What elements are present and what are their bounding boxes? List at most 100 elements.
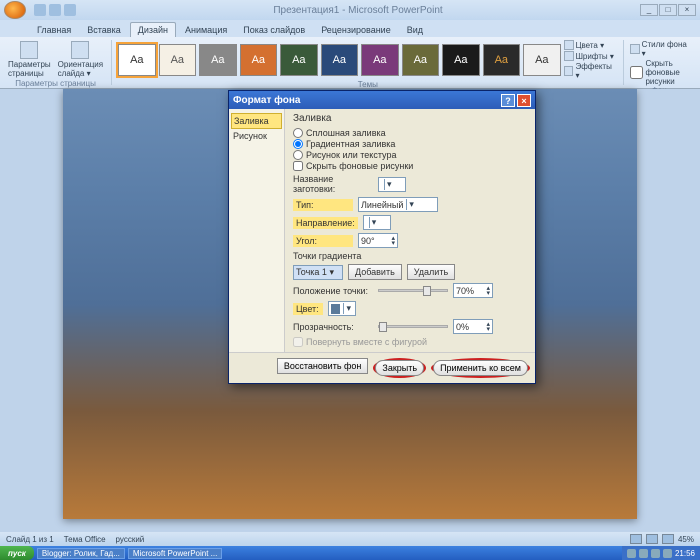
taskbar-item[interactable]: Microsoft PowerPoint ... [128, 548, 222, 559]
effects-icon [564, 66, 574, 76]
dialog-title: Формат фона [233, 95, 499, 106]
view-sorter-button[interactable] [646, 534, 658, 544]
colors-icon [564, 40, 574, 50]
tab-animation[interactable]: Анимация [178, 23, 234, 37]
format-background-dialog: Формат фона ? × Заливка Рисунок Заливка … [228, 90, 536, 384]
transparency-label: Прозрачность: [293, 322, 373, 332]
preset-combo[interactable]: ▾ [378, 177, 406, 192]
theme-thumb[interactable]: Aa [280, 44, 318, 76]
theme-thumb[interactable]: Aa [199, 44, 237, 76]
dialog-help-button[interactable]: ? [501, 94, 515, 107]
close-button[interactable]: × [678, 4, 696, 16]
close-dialog-button[interactable]: Закрыть [375, 360, 424, 376]
theme-thumb[interactable]: Aa [321, 44, 359, 76]
position-spinner[interactable]: 70%▴▾ [453, 283, 493, 298]
fill-heading: Заливка [293, 113, 527, 124]
ribbon-tabs: Главная Вставка Дизайн Анимация Показ сл… [0, 20, 700, 37]
chevron-down-icon: ▾ [369, 217, 379, 228]
checkbox-hide-bg[interactable] [293, 161, 303, 171]
office-button[interactable] [4, 1, 26, 19]
transparency-slider[interactable] [378, 325, 448, 328]
theme-thumb[interactable]: Aa [159, 44, 197, 76]
stop-combo[interactable]: Точка 1 ▾ [293, 265, 343, 280]
dialog-sidebar: Заливка Рисунок [229, 109, 285, 352]
start-button[interactable]: пуск [0, 546, 34, 560]
chevron-down-icon: ▾ [343, 303, 353, 314]
tray-icon[interactable] [651, 549, 660, 558]
theme-thumb[interactable]: Aa [402, 44, 440, 76]
position-slider[interactable] [378, 289, 448, 292]
theme-thumb[interactable]: Aa [118, 44, 156, 76]
taskbar-item[interactable]: Blogger: Ролик, Гад... [37, 548, 125, 559]
color-swatch-icon [331, 304, 340, 314]
radio-solid[interactable] [293, 128, 303, 138]
color-label: Цвет: [293, 303, 323, 315]
delete-stop-button[interactable]: Удалить [407, 264, 455, 280]
fonts-button[interactable]: Шрифты ▾ [564, 51, 618, 61]
view-normal-button[interactable] [630, 534, 642, 544]
tab-slideshow[interactable]: Показ слайдов [236, 23, 312, 37]
minimize-button[interactable]: _ [640, 4, 658, 16]
ribbon-group-background: Стили фона ▾ Скрыть фоновые рисунки Фон [630, 40, 694, 85]
tab-design[interactable]: Дизайн [130, 22, 176, 37]
tray-icon[interactable] [627, 549, 636, 558]
apply-all-button[interactable]: Применить ко всем [433, 360, 528, 376]
sidebar-item-picture[interactable]: Рисунок [231, 129, 282, 143]
ribbon: Параметры страницы Ориентация слайда ▾ П… [0, 37, 700, 89]
effects-button[interactable]: Эффекты ▾ [564, 62, 618, 80]
tab-home[interactable]: Главная [30, 23, 78, 37]
sidebar-item-fill[interactable]: Заливка [231, 113, 282, 129]
dialog-titlebar[interactable]: Формат фона ? × [229, 91, 535, 109]
taskbar: пуск Blogger: Ролик, Гад... Microsoft Po… [0, 546, 700, 560]
tab-insert[interactable]: Вставка [80, 23, 127, 37]
quick-access-toolbar [34, 4, 76, 16]
color-picker[interactable]: ▾ [328, 301, 356, 316]
undo-icon[interactable] [49, 4, 61, 16]
transparency-spinner[interactable]: 0%▴▾ [453, 319, 493, 334]
ribbon-group-themes: Aa Aa Aa Aa Aa Aa Aa Aa Aa Aa Aa Цвета ▾… [118, 40, 624, 85]
redo-icon[interactable] [64, 4, 76, 16]
direction-combo[interactable]: ▾ [363, 215, 391, 230]
view-slideshow-button[interactable] [662, 534, 674, 544]
dialog-close-button[interactable]: × [517, 94, 531, 107]
theme-thumb[interactable]: Aa [361, 44, 399, 76]
angle-label: Угол: [293, 235, 353, 247]
tray-icon[interactable] [639, 549, 648, 558]
add-stop-button[interactable]: Добавить [348, 264, 402, 280]
type-label: Тип: [293, 199, 353, 211]
hide-bg-checkbox[interactable]: Скрыть фоновые рисунки [630, 59, 688, 86]
theme-thumb[interactable]: Aa [523, 44, 561, 76]
chevron-down-icon: ▾ [406, 199, 416, 210]
clock[interactable]: 21:56 [675, 549, 695, 558]
reset-bg-button[interactable]: Восстановить фон [277, 358, 369, 374]
bg-styles-button[interactable]: Стили фона ▾ [630, 40, 688, 58]
language[interactable]: русский [116, 535, 145, 544]
angle-spinner[interactable]: 90°▴▾ [358, 233, 398, 248]
status-bar: Слайд 1 из 1 Тема Office русский 45% [0, 532, 700, 546]
tray-icon[interactable] [663, 549, 672, 558]
system-tray: 21:56 [622, 546, 700, 560]
radio-picture[interactable] [293, 150, 303, 160]
slide-count: Слайд 1 из 1 [6, 535, 54, 544]
theme-thumb[interactable]: Aa [483, 44, 521, 76]
tab-review[interactable]: Рецензирование [314, 23, 398, 37]
window-title: Презентация1 - Microsoft PowerPoint [76, 5, 640, 16]
bg-styles-icon [630, 44, 639, 54]
group-label-page: Параметры страницы [6, 79, 105, 88]
theme-thumb[interactable]: Aa [442, 44, 480, 76]
maximize-button[interactable]: □ [659, 4, 677, 16]
colors-button[interactable]: Цвета ▾ [564, 40, 618, 50]
theme-thumb[interactable]: Aa [240, 44, 278, 76]
stops-label: Точки градиента [293, 251, 527, 261]
checkbox-rotate [293, 337, 303, 347]
save-icon[interactable] [34, 4, 46, 16]
theme-name: Тема Office [64, 535, 106, 544]
type-combo[interactable]: Линейный▾ [358, 197, 438, 212]
page-setup-icon [20, 41, 38, 59]
radio-gradient[interactable] [293, 139, 303, 149]
zoom-level[interactable]: 45% [678, 535, 694, 544]
theme-options: Цвета ▾ Шрифты ▾ Эффекты ▾ [564, 40, 618, 80]
orientation-button[interactable]: Ориентация слайда ▾ [56, 40, 105, 79]
page-setup-button[interactable]: Параметры страницы [6, 40, 53, 79]
tab-view[interactable]: Вид [400, 23, 430, 37]
